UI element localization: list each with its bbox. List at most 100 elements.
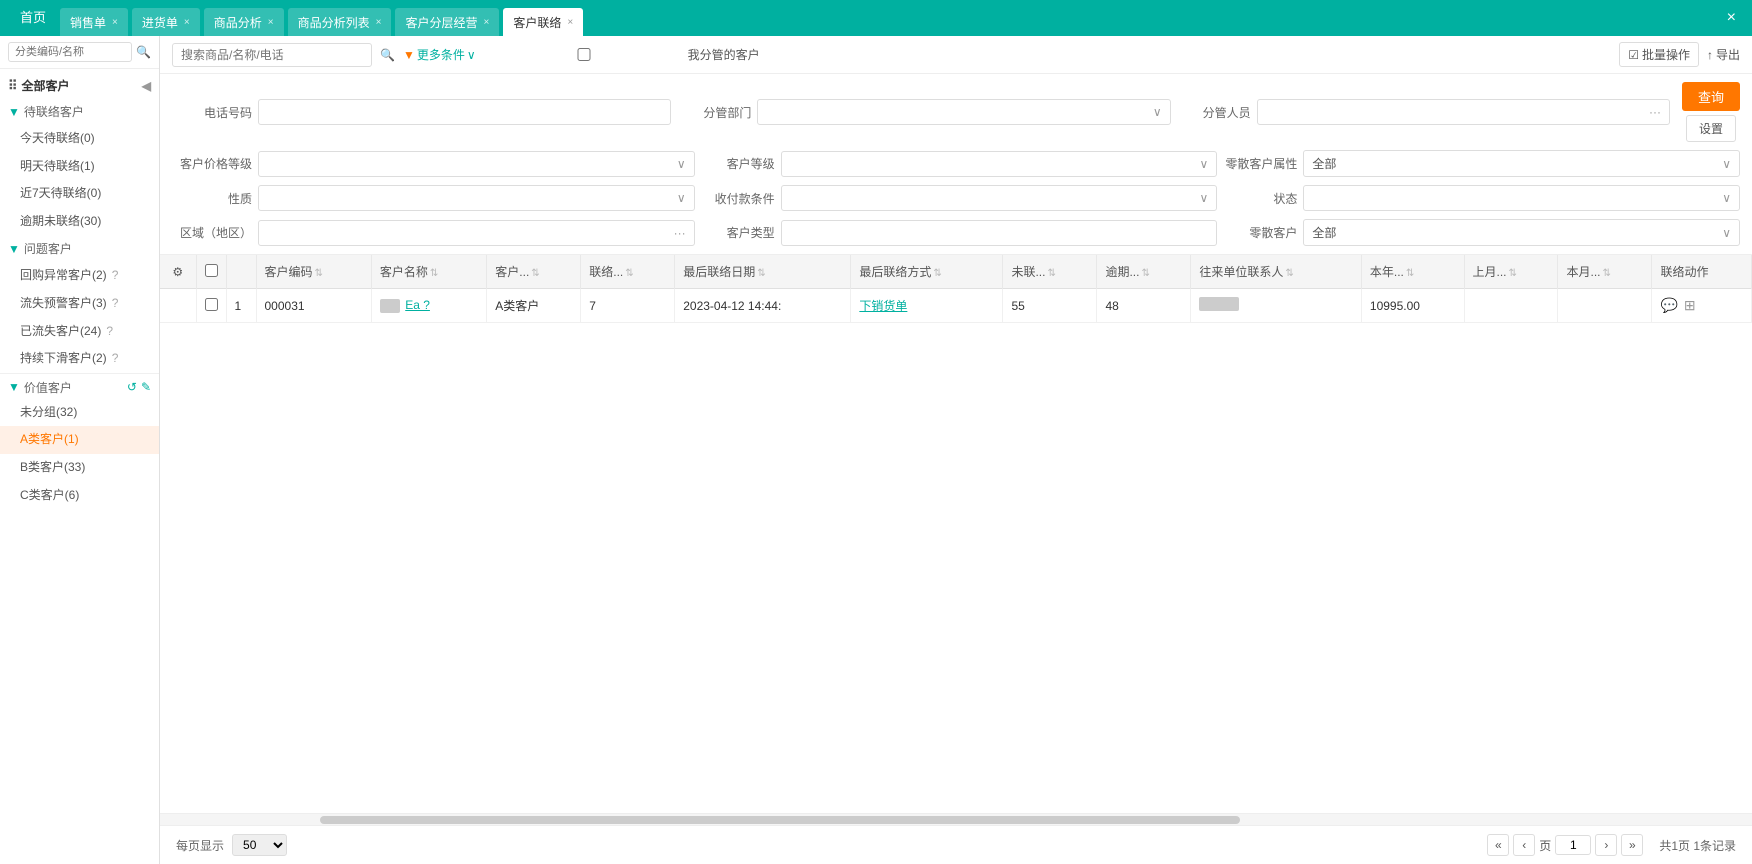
phone-input[interactable] xyxy=(258,99,671,125)
horizontal-scrollbar[interactable] xyxy=(160,813,1752,825)
row-checkbox[interactable] xyxy=(205,298,218,311)
sidebar-search-input[interactable] xyxy=(8,42,132,62)
scrollbar-thumb[interactable] xyxy=(320,816,1240,824)
sidebar-collapse-icon[interactable]: ◀ xyxy=(142,79,151,93)
per-page-select[interactable]: 50 100 200 xyxy=(232,834,287,856)
search-icon[interactable]: 🔍 xyxy=(380,48,395,62)
last-page-button[interactable]: » xyxy=(1621,834,1643,856)
last-contact-way-cell[interactable]: 下销货单 xyxy=(851,289,1003,323)
tab-label: 商品分析列表 xyxy=(298,14,370,31)
this-year-column-header[interactable]: 本年...⇅ xyxy=(1361,255,1464,289)
tab-close[interactable]: × xyxy=(268,17,274,28)
retail-customer-select[interactable]: 全部∨ xyxy=(1303,219,1740,246)
dept-select[interactable]: ∨ xyxy=(757,99,1170,125)
batch-operation-button[interactable]: ☑ 批量操作 xyxy=(1619,42,1699,67)
tab-close[interactable]: × xyxy=(483,17,489,28)
nature-select[interactable]: ∨ xyxy=(258,185,695,211)
sidebar-item-a-class[interactable]: A类客户(1) xyxy=(0,426,159,454)
tab-product-analysis-list[interactable]: 商品分析列表 × xyxy=(288,8,392,36)
select-all-checkbox[interactable] xyxy=(205,264,218,277)
region-input[interactable]: ··· xyxy=(258,220,695,246)
query-button[interactable]: 查询 xyxy=(1682,82,1740,111)
sidebar-item-tomorrow-contact[interactable]: 明天待联络(1) xyxy=(0,153,159,181)
nav-home[interactable]: 首页 xyxy=(8,0,58,36)
this-month-column-header[interactable]: 本月...⇅ xyxy=(1558,255,1652,289)
tab-close[interactable]: × xyxy=(184,17,190,28)
pagination: « ‹ 页 › » xyxy=(1487,834,1643,856)
customer-level-select[interactable]: ∨ xyxy=(781,151,1218,177)
refresh-icon[interactable]: ↺ xyxy=(127,380,137,394)
sort-icon: ⇅ xyxy=(315,268,323,279)
manager-input[interactable]: ··· xyxy=(1257,99,1670,125)
sidebar-item-today-contact[interactable]: 今天待联络(0) xyxy=(0,125,159,153)
customer-name[interactable]: Ea ? xyxy=(405,298,430,312)
my-customers-checkbox[interactable] xyxy=(484,48,684,61)
type-column-header[interactable]: 客户...⇅ xyxy=(487,255,581,289)
checkbox-column-header[interactable] xyxy=(196,255,226,289)
all-customers-header[interactable]: ⠿ 全部客户 ◀ xyxy=(0,69,159,98)
section-label: 待联络客户 xyxy=(24,103,84,120)
prev-page-button[interactable]: ‹ xyxy=(1513,834,1535,856)
last-contact-way-column-header[interactable]: 最后联络方式⇅ xyxy=(851,255,1003,289)
my-customers-filter[interactable]: 我分管的客户 xyxy=(484,46,760,63)
sidebar-item-churned[interactable]: 已流失客户(24) ? xyxy=(0,318,159,346)
tab-label: 进货单 xyxy=(142,14,178,31)
filter-form: 电话号码 分管部门 ∨ 分管人员 ··· 查询 设置 xyxy=(160,74,1752,255)
comment-icon[interactable]: 💬 xyxy=(1660,297,1677,314)
window-close-button[interactable]: × xyxy=(1719,9,1744,27)
retail-attr-select[interactable]: 全部∨ xyxy=(1303,150,1740,177)
more-filters-button[interactable]: ▼ 更多条件 ∨ xyxy=(403,46,476,63)
status-select[interactable]: ∨ xyxy=(1303,185,1740,211)
sidebar-item-declining[interactable]: 持续下滑客户(2) ? xyxy=(0,345,159,373)
section-pending-contact[interactable]: ▼ 待联络客户 xyxy=(0,98,159,125)
export-button[interactable]: ↑ 导出 xyxy=(1707,46,1740,63)
tab-sales-order[interactable]: 销售单 × xyxy=(60,8,128,36)
price-level-select[interactable]: ∨ xyxy=(258,151,695,177)
tab-customer-segmentation[interactable]: 客户分层经营 × xyxy=(395,8,499,36)
customer-type-input[interactable] xyxy=(781,220,1218,246)
filter-cell-price-level: 客户价格等级 ∨ xyxy=(172,151,695,177)
overdue-column-header[interactable]: 逾期...⇅ xyxy=(1097,255,1191,289)
sidebar-item-7days-contact[interactable]: 近7天待联络(0) xyxy=(0,180,159,208)
unit-contact-column-header[interactable]: 往来单位联系人⇅ xyxy=(1191,255,1361,289)
sort-icon: ⇅ xyxy=(1509,268,1517,279)
tab-product-analysis[interactable]: 商品分析 × xyxy=(204,8,284,36)
filter-cell-manager: 分管人员 ··· xyxy=(1171,99,1670,125)
sidebar-item-overdue-contact[interactable]: 逾期未联络(30) xyxy=(0,208,159,236)
row-checkbox-cell[interactable] xyxy=(196,289,226,323)
tab-label: 客户联络 xyxy=(513,14,561,31)
sidebar-search-icon[interactable]: 🔍 xyxy=(136,45,151,59)
gear-column-header[interactable]: ⚙ xyxy=(160,255,196,289)
sidebar-item-b-class[interactable]: B类客户(33) xyxy=(0,454,159,482)
code-column-header[interactable]: 客户编码⇅ xyxy=(256,255,371,289)
tab-close[interactable]: × xyxy=(376,17,382,28)
section-problem-customers[interactable]: ▼ 问题客户 xyxy=(0,235,159,262)
name-column-header[interactable]: 客户名称⇅ xyxy=(371,255,486,289)
tab-close[interactable]: × xyxy=(567,17,573,28)
search-input[interactable] xyxy=(172,43,372,67)
per-page-label: 每页显示 xyxy=(176,837,224,854)
next-page-button[interactable]: › xyxy=(1595,834,1617,856)
first-page-button[interactable]: « xyxy=(1487,834,1509,856)
chevron-down-icon: ∨ xyxy=(677,191,686,205)
not-contacted-column-header[interactable]: 未联...⇅ xyxy=(1003,255,1097,289)
sidebar-item-churn-warning[interactable]: 流失预警客户(3) ? xyxy=(0,290,159,318)
page-number-input[interactable] xyxy=(1555,835,1591,855)
sidebar-item-repurchase-anomaly[interactable]: 回购异常客户(2) ? xyxy=(0,262,159,290)
sidebar-item-c-class[interactable]: C类客户(6) xyxy=(0,482,159,510)
tab-purchase-order[interactable]: 进货单 × xyxy=(132,8,200,36)
tab-customer-contact[interactable]: 客户联络 × xyxy=(503,8,583,36)
contact-column-header[interactable]: 联络...⇅ xyxy=(581,255,675,289)
tab-close[interactable]: × xyxy=(112,17,118,28)
last-contact-way-link[interactable]: 下销货单 xyxy=(859,299,907,313)
sidebar-item-ungrouped[interactable]: 未分组(32) xyxy=(0,399,159,427)
arrow-icon: ▼ xyxy=(8,105,20,119)
settings-button[interactable]: 设置 xyxy=(1686,115,1736,142)
gear-icon[interactable]: ⚙ xyxy=(172,265,183,279)
last-contact-date-column-header[interactable]: 最后联络日期⇅ xyxy=(675,255,851,289)
grid-icon[interactable]: ⊞ xyxy=(1684,297,1696,314)
edit-icon[interactable]: ✎ xyxy=(141,380,151,394)
payment-select[interactable]: ∨ xyxy=(781,185,1218,211)
overdue-cell: 48 xyxy=(1097,289,1191,323)
last-month-column-header[interactable]: 上月...⇅ xyxy=(1464,255,1558,289)
